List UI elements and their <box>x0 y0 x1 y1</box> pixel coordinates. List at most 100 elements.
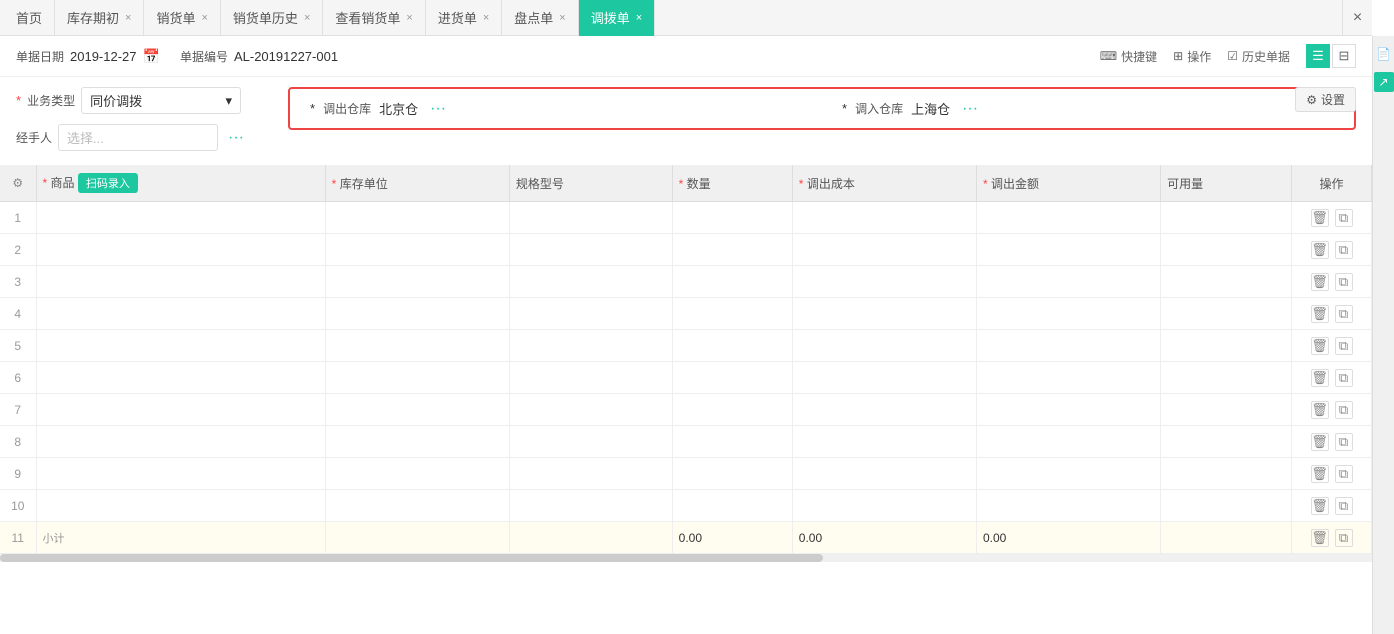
cell-available[interactable] <box>1161 490 1292 522</box>
cell-cost[interactable] <box>792 202 976 234</box>
cell-unit[interactable] <box>325 394 509 426</box>
cell-qty[interactable] <box>672 426 792 458</box>
cell-cost[interactable] <box>792 298 976 330</box>
layout-grid-btn[interactable]: ⊟ <box>1332 44 1356 68</box>
tab-close-view-sales[interactable]: × <box>406 12 412 24</box>
col-settings[interactable]: ⚙ <box>0 165 36 202</box>
tab-close-transfer-order[interactable]: × <box>636 12 642 24</box>
cell-amount[interactable] <box>976 362 1160 394</box>
copy-icon[interactable]: ⧉ <box>1335 241 1353 259</box>
tab-inventory-check[interactable]: 盘点单 × <box>502 0 578 36</box>
cell-available[interactable] <box>1161 298 1292 330</box>
cell-product[interactable] <box>36 234 325 266</box>
cell-unit[interactable] <box>325 458 509 490</box>
copy-icon[interactable]: ⧉ <box>1335 433 1353 451</box>
cell-product[interactable] <box>36 202 325 234</box>
cell-available[interactable] <box>1161 426 1292 458</box>
cell-qty[interactable] <box>672 490 792 522</box>
cell-spec[interactable] <box>509 298 672 330</box>
cell-spec[interactable] <box>509 426 672 458</box>
tab-close-inventory-init[interactable]: × <box>125 12 131 24</box>
copy-icon[interactable]: ⧉ <box>1335 529 1353 547</box>
delete-icon[interactable]: 🗑 <box>1311 273 1329 291</box>
cell-qty[interactable] <box>672 458 792 490</box>
copy-icon[interactable]: ⧉ <box>1335 305 1353 323</box>
delete-icon[interactable]: 🗑 <box>1311 433 1329 451</box>
tab-purchase-order[interactable]: 进货单 × <box>426 0 502 36</box>
close-all-tabs[interactable]: × <box>1342 0 1372 36</box>
cell-cost[interactable] <box>792 266 976 298</box>
agent-more-btn[interactable]: ··· <box>224 129 248 147</box>
cell-unit[interactable] <box>325 234 509 266</box>
scan-btn[interactable]: 扫码录入 <box>78 173 138 193</box>
cell-qty[interactable] <box>672 266 792 298</box>
delete-icon[interactable]: 🗑 <box>1311 369 1329 387</box>
cell-available[interactable] <box>1161 234 1292 266</box>
cell-spec[interactable] <box>509 234 672 266</box>
agent-dropdown[interactable]: 选择... <box>58 124 218 151</box>
cell-product[interactable] <box>36 490 325 522</box>
cell-available[interactable] <box>1161 266 1292 298</box>
copy-icon[interactable]: ⧉ <box>1335 497 1353 515</box>
cell-available[interactable] <box>1161 394 1292 426</box>
tab-close-sales-history[interactable]: × <box>304 12 310 24</box>
copy-icon[interactable]: ⧉ <box>1335 337 1353 355</box>
cell-cost[interactable] <box>792 458 976 490</box>
cell-product[interactable] <box>36 394 325 426</box>
cell-spec[interactable] <box>509 202 672 234</box>
horizontal-scrollbar[interactable] <box>0 554 1372 562</box>
layout-list-btn[interactable]: ☰ <box>1306 44 1330 68</box>
copy-icon[interactable]: ⧉ <box>1335 401 1353 419</box>
history-button[interactable]: ☑ 历史单据 <box>1227 48 1290 65</box>
cell-unit[interactable] <box>325 362 509 394</box>
cell-qty[interactable] <box>672 298 792 330</box>
cell-unit[interactable] <box>325 298 509 330</box>
cell-qty[interactable] <box>672 234 792 266</box>
tab-sales-order[interactable]: 销货单 × <box>144 0 220 36</box>
tab-close-purchase-order[interactable]: × <box>483 12 489 24</box>
cell-qty[interactable] <box>672 330 792 362</box>
cell-cost[interactable] <box>792 490 976 522</box>
sidebar-doc-icon[interactable]: 📄 <box>1374 44 1394 64</box>
cell-unit[interactable] <box>325 490 509 522</box>
cell-unit[interactable] <box>325 202 509 234</box>
cell-amount[interactable] <box>976 490 1160 522</box>
delete-icon[interactable]: 🗑 <box>1311 337 1329 355</box>
tab-close-inventory-check[interactable]: × <box>559 12 565 24</box>
cell-product[interactable] <box>36 298 325 330</box>
cell-qty[interactable] <box>672 202 792 234</box>
cell-spec[interactable] <box>509 266 672 298</box>
tab-sales-history[interactable]: 销货单历史 × <box>221 0 323 36</box>
cell-amount[interactable] <box>976 426 1160 458</box>
cell-qty[interactable] <box>672 394 792 426</box>
copy-icon[interactable]: ⧉ <box>1335 209 1353 227</box>
cell-amount[interactable] <box>976 330 1160 362</box>
tab-transfer-order[interactable]: 调拨单 × <box>579 0 655 36</box>
cell-cost[interactable] <box>792 234 976 266</box>
cell-spec[interactable] <box>509 490 672 522</box>
cell-available[interactable] <box>1161 458 1292 490</box>
cell-spec[interactable] <box>509 458 672 490</box>
cell-cost[interactable] <box>792 394 976 426</box>
cell-available[interactable] <box>1161 202 1292 234</box>
delete-icon[interactable]: 🗑 <box>1311 465 1329 483</box>
delete-icon[interactable]: 🗑 <box>1311 305 1329 323</box>
copy-icon[interactable]: ⧉ <box>1335 465 1353 483</box>
cell-available[interactable] <box>1161 362 1292 394</box>
calendar-icon[interactable]: 📅 <box>143 48 160 65</box>
delete-icon[interactable]: 🗑 <box>1311 209 1329 227</box>
cell-unit[interactable] <box>325 330 509 362</box>
cell-spec[interactable] <box>509 362 672 394</box>
sidebar-expand-icon[interactable]: ↗ <box>1374 72 1394 92</box>
cell-amount[interactable] <box>976 202 1160 234</box>
business-type-dropdown[interactable]: 同价调拨 ▾ <box>81 87 241 114</box>
cell-amount[interactable] <box>976 458 1160 490</box>
out-warehouse-more-btn[interactable]: ··· <box>426 100 450 118</box>
cell-spec[interactable] <box>509 394 672 426</box>
cell-product[interactable] <box>36 458 325 490</box>
cell-amount[interactable] <box>976 298 1160 330</box>
tab-view-sales[interactable]: 查看销货单 × <box>323 0 425 36</box>
cell-cost[interactable] <box>792 426 976 458</box>
delete-icon[interactable]: 🗑 <box>1311 529 1329 547</box>
cell-amount[interactable] <box>976 234 1160 266</box>
